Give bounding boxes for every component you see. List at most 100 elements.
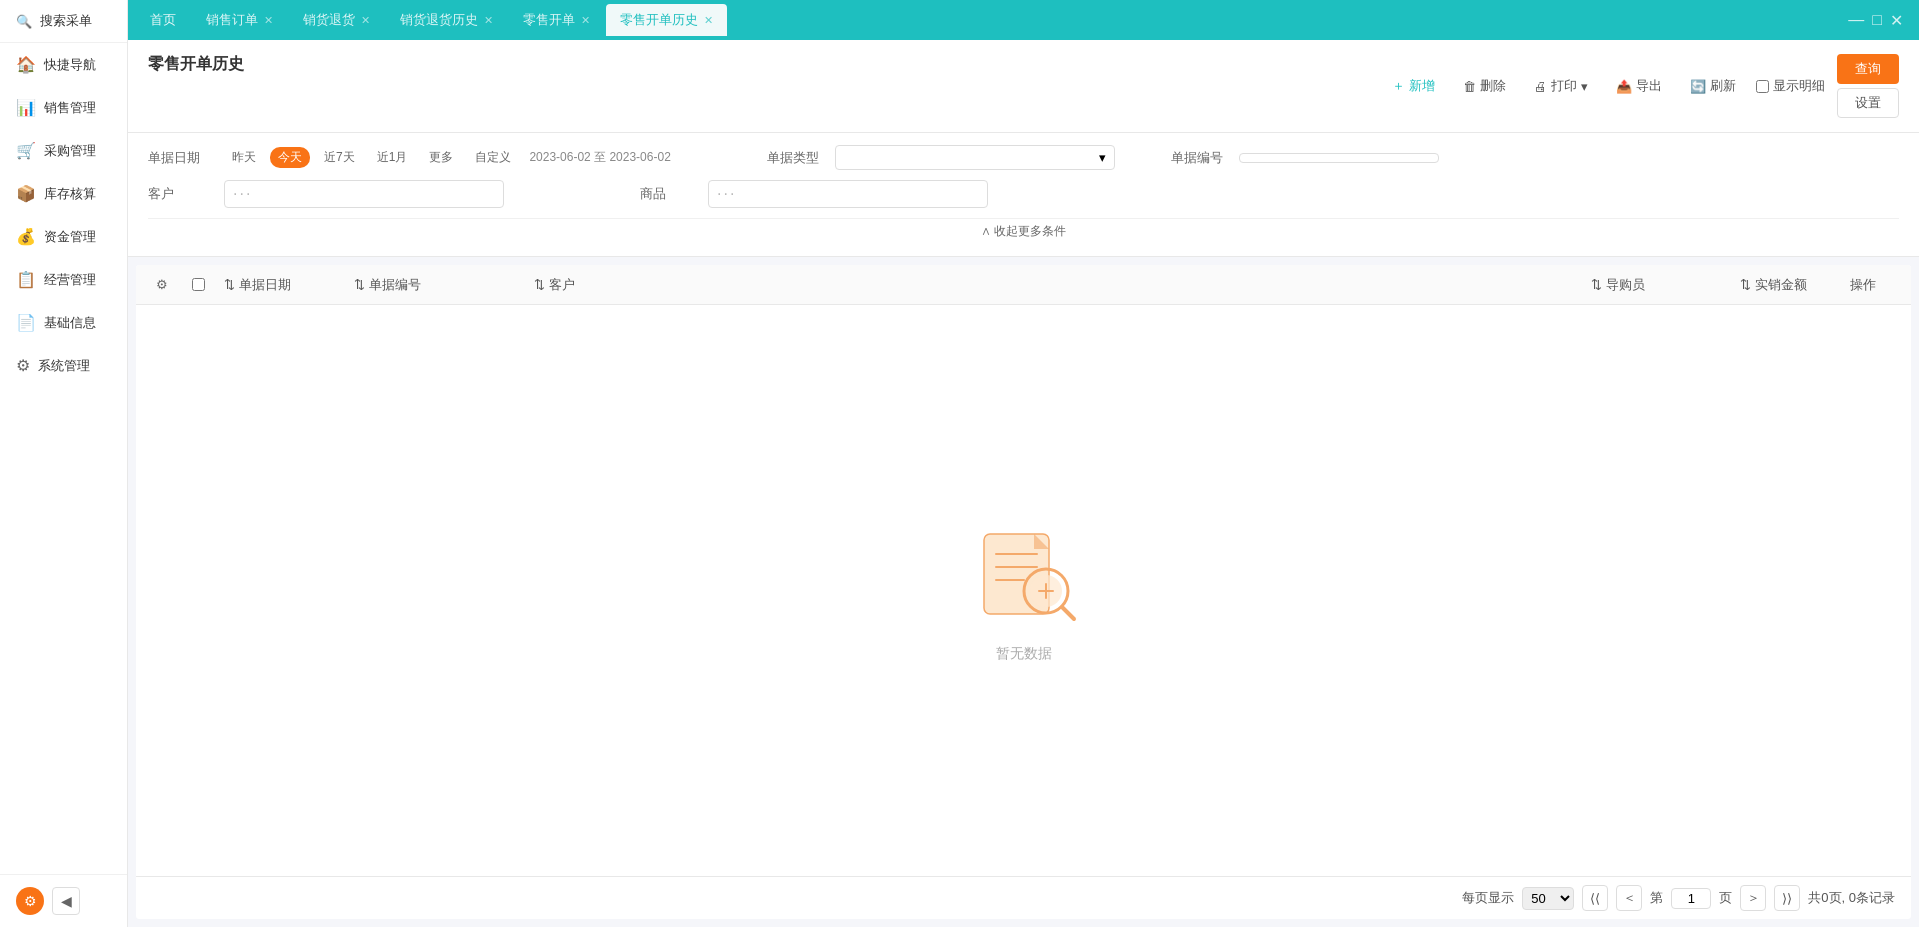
tab-home[interactable]: 首页 <box>136 4 190 36</box>
settings-btn[interactable]: 设置 <box>1837 88 1899 118</box>
delete-button[interactable]: 🗑 删除 <box>1455 73 1514 99</box>
export-button[interactable]: 📤 导出 <box>1608 73 1670 99</box>
money-icon: 💰 <box>16 227 36 246</box>
print-button[interactable]: 🖨 打印 ▾ <box>1526 73 1596 99</box>
th-num-sort-icon: ⇅ <box>354 277 365 292</box>
close-button[interactable]: ✕ <box>1890 11 1903 30</box>
th-number[interactable]: ⇅ 单据编号 <box>346 276 526 294</box>
tab-retail-history-label: 零售开单历史 <box>620 11 698 29</box>
add-icon: ＋ <box>1392 77 1405 95</box>
gear-bottom-icon: ⚙ <box>24 893 37 909</box>
add-label: 新增 <box>1409 77 1435 95</box>
sidebar-item-finance[interactable]: 💰 资金管理 <box>0 215 127 258</box>
sidebar-item-basic-info[interactable]: 📄 基础信息 <box>0 301 127 344</box>
tab-return-history[interactable]: 销货退货历史 ✕ <box>386 4 507 36</box>
filter-row-2: 客户 ··· 商品 ··· <box>148 180 1899 208</box>
print-dropdown-icon: ▾ <box>1581 79 1588 94</box>
product-filter-label: 商品 <box>640 185 700 203</box>
date-shortcuts: 昨天 今天 近7天 近1月 更多 自定义 2023-06-02 至 2023-0… <box>224 147 671 168</box>
sidebar-item-label: 资金管理 <box>44 228 96 246</box>
sidebar-search[interactable]: 🔍 搜索采单 <box>0 0 127 43</box>
th-guide[interactable]: ⇅ 导购员 <box>1583 276 1703 294</box>
sidebar-item-purchase-mgmt[interactable]: 🛒 采购管理 <box>0 129 127 172</box>
print-label: 打印 <box>1551 77 1577 95</box>
sidebar-item-inventory[interactable]: 📦 库存核算 <box>0 172 127 215</box>
last-page-button[interactable]: ⟩⟩ <box>1774 885 1800 911</box>
date-today[interactable]: 今天 <box>270 147 310 168</box>
select-all-input[interactable] <box>192 278 205 291</box>
content-area: 零售开单历史 ＋ 新增 🗑 删除 🖨 打印 ▾ 📤 导出 <box>128 40 1919 927</box>
display-detail-label: 显示明细 <box>1773 77 1825 95</box>
collapse-more-button[interactable]: ∧ 收起更多条件 <box>148 218 1899 244</box>
sidebar: 🔍 搜索采单 🏠 快捷导航 📊 销售管理 🛒 采购管理 📦 库存核算 💰 资金管… <box>0 0 128 927</box>
query-button[interactable]: 查询 <box>1837 54 1899 84</box>
collapse-icon: ◀ <box>61 893 72 909</box>
next-page-button[interactable]: ＞ <box>1740 885 1766 911</box>
export-icon: 📤 <box>1616 79 1632 94</box>
svg-line-7 <box>1062 607 1074 619</box>
tab-return-history-close[interactable]: ✕ <box>484 14 493 27</box>
refresh-button[interactable]: 🔄 刷新 <box>1682 73 1744 99</box>
sidebar-item-label: 库存核算 <box>44 185 96 203</box>
sidebar-item-label: 基础信息 <box>44 314 96 332</box>
date-yesterday[interactable]: 昨天 <box>224 147 264 168</box>
first-page-button[interactable]: ⟨⟨ <box>1582 885 1608 911</box>
maximize-button[interactable]: □ <box>1872 11 1882 29</box>
tab-retail-open[interactable]: 零售开单 ✕ <box>509 4 604 36</box>
sidebar-collapse-button[interactable]: ◀ <box>52 887 80 915</box>
empty-state: 暂无数据 <box>136 305 1911 876</box>
th-action-label: 操作 <box>1850 276 1876 294</box>
chart-icon: 📊 <box>16 98 36 117</box>
doc-type-label: 单据类型 <box>767 149 827 167</box>
refresh-label: 刷新 <box>1710 77 1736 95</box>
column-settings-icon[interactable]: ⚙ <box>144 277 180 292</box>
add-button[interactable]: ＋ 新增 <box>1384 73 1443 99</box>
th-date[interactable]: ⇅ 单据日期 <box>216 276 346 294</box>
minimize-button[interactable]: — <box>1848 11 1864 29</box>
date-custom[interactable]: 自定义 <box>467 147 519 168</box>
sidebar-item-sales-mgmt[interactable]: 📊 销售管理 <box>0 86 127 129</box>
doc-num-input[interactable] <box>1239 153 1439 163</box>
tab-sales-order-close[interactable]: ✕ <box>264 14 273 27</box>
tab-sales-return-label: 销货退货 <box>303 11 355 29</box>
sidebar-bottom: ⚙ ◀ <box>0 874 127 927</box>
doc-type-select[interactable]: ▾ <box>835 145 1115 170</box>
product-input[interactable]: ··· <box>708 180 988 208</box>
settings-button[interactable]: ⚙ <box>16 887 44 915</box>
clipboard-icon: 📋 <box>16 270 36 289</box>
home-icon: 🏠 <box>16 55 36 74</box>
customer-input[interactable]: ··· <box>224 180 504 208</box>
sidebar-item-ops-mgmt[interactable]: 📋 经营管理 <box>0 258 127 301</box>
th-guide-label: 导购员 <box>1606 276 1645 294</box>
window-controls: — □ ✕ <box>1848 11 1911 30</box>
main-area: 首页 销售订单 ✕ 销货退货 ✕ 销货退货历史 ✕ 零售开单 ✕ 零售开单历史 … <box>128 0 1919 927</box>
date-more[interactable]: 更多 <box>421 147 461 168</box>
empty-text: 暂无数据 <box>996 645 1052 663</box>
tab-retail-open-close[interactable]: ✕ <box>581 14 590 27</box>
display-detail-checkbox[interactable]: 显示明细 <box>1756 77 1825 95</box>
sidebar-item-sys-mgmt[interactable]: ⚙ 系统管理 <box>0 344 127 387</box>
th-amount[interactable]: ⇅ 实销金额 <box>1703 276 1823 294</box>
empty-illustration <box>964 519 1084 629</box>
th-customer[interactable]: ⇅ 客户 <box>526 276 1583 294</box>
date-last7[interactable]: 近7天 <box>316 147 363 168</box>
tab-sales-order[interactable]: 销售订单 ✕ <box>192 4 287 36</box>
page-number-input[interactable] <box>1671 888 1711 909</box>
tab-sales-return[interactable]: 销货退货 ✕ <box>289 4 384 36</box>
per-page-select[interactable]: 50 10 20 100 <box>1522 887 1574 910</box>
pagination: 每页显示 50 10 20 100 ⟨⟨ ＜ 第 页 ＞ ⟩⟩ 共0页, 0条记… <box>136 876 1911 919</box>
product-dots: ··· <box>717 185 736 203</box>
tab-sales-return-close[interactable]: ✕ <box>361 14 370 27</box>
tab-retail-history[interactable]: 零售开单历史 ✕ <box>606 4 727 36</box>
empty-svg <box>964 519 1084 629</box>
prev-page-button[interactable]: ＜ <box>1616 885 1642 911</box>
th-guide-sort-icon: ⇅ <box>1591 277 1602 292</box>
tab-retail-history-close[interactable]: ✕ <box>704 14 713 27</box>
doc-type-dropdown-icon: ▾ <box>1099 150 1106 165</box>
display-detail-input[interactable] <box>1756 80 1769 93</box>
date-last-month[interactable]: 近1月 <box>369 147 416 168</box>
sidebar-item-quick-nav[interactable]: 🏠 快捷导航 <box>0 43 127 86</box>
select-all-checkbox[interactable] <box>180 278 216 291</box>
th-action: 操作 <box>1823 276 1903 294</box>
page-word: 第 <box>1650 889 1663 907</box>
